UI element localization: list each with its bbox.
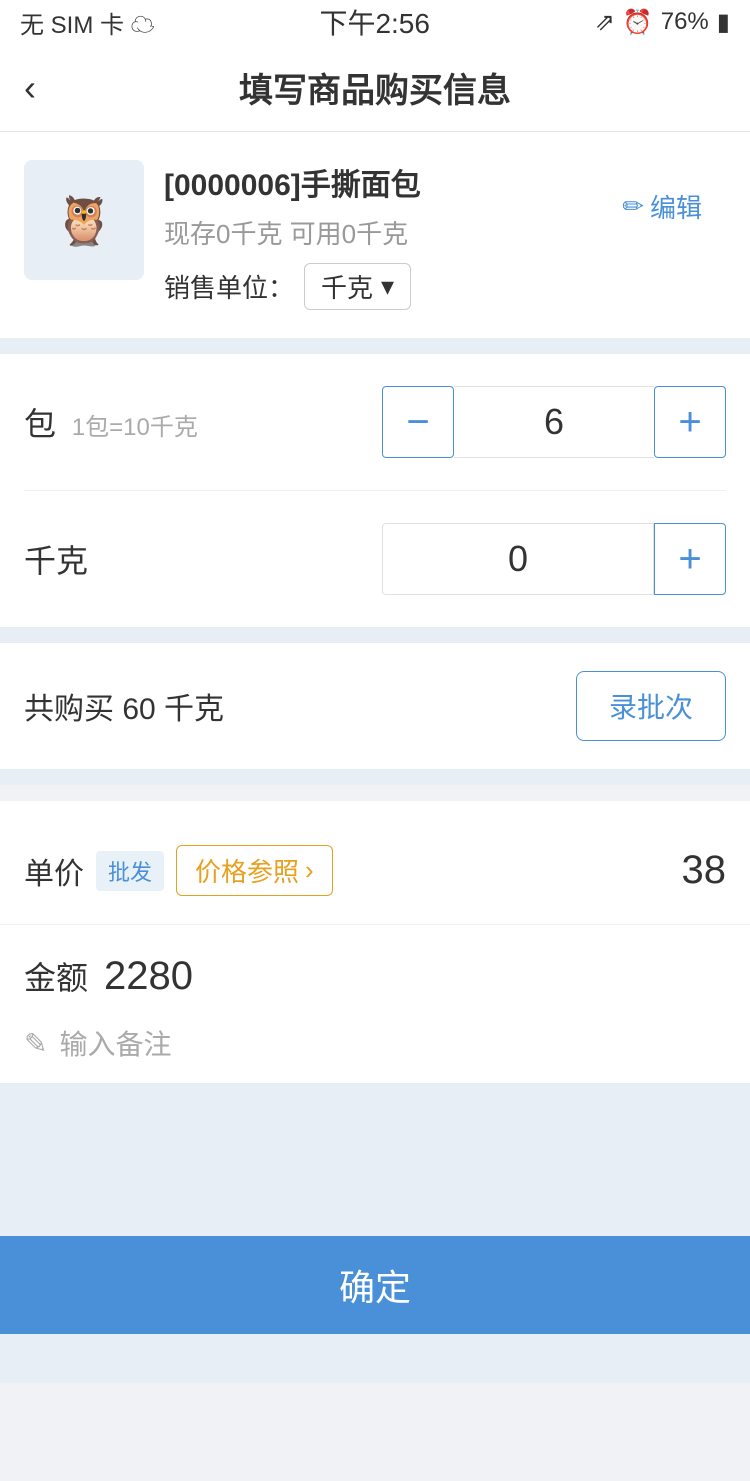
package-row: 包 1包=10千克 − + — [24, 354, 726, 491]
kilogram-plus-button[interactable]: + — [654, 523, 726, 595]
edit-button[interactable]: ✏ 编辑 — [622, 188, 702, 225]
kilogram-label: 千克 — [24, 536, 88, 582]
package-sublabel: 1包=10千克 — [72, 414, 198, 441]
location-icon: ⇗ — [595, 8, 615, 37]
package-minus-button[interactable]: − — [382, 386, 454, 458]
sim-label: 无 SIM 卡 ☁ — [20, 5, 155, 40]
divider-3 — [0, 769, 750, 785]
kilogram-input[interactable] — [382, 523, 654, 595]
page-title: 填写商品购买信息 — [239, 63, 511, 112]
divider-1 — [0, 338, 750, 354]
price-ref-button[interactable]: 价格参照 › — [176, 845, 333, 896]
price-ref-label: 价格参照 — [195, 852, 299, 889]
status-left: 无 SIM 卡 ☁ — [20, 5, 155, 40]
remark-placeholder: 输入备注 — [59, 1023, 171, 1063]
status-bar: 无 SIM 卡 ☁ 下午2:56 ⇗ ⏰ 76% ▮ — [0, 0, 750, 44]
status-time: 下午2:56 — [319, 2, 430, 42]
unit-value: 千克 — [321, 268, 373, 305]
product-image: 🦉 — [24, 160, 144, 280]
price-ref-arrow-icon: › — [305, 855, 314, 886]
unit-arrow-icon: ▾ — [381, 271, 394, 302]
price-amount-card: 单价 批发 价格参照 › 38 金额 2280 ✎ 输入备注 — [0, 801, 750, 1083]
package-label: 包 — [24, 406, 56, 442]
product-info: [0000006]手撕面包 现存0千克 可用0千克 销售单位： 千克 ▾ ✏ 编… — [164, 160, 726, 310]
remark-row[interactable]: ✎ 输入备注 — [24, 1023, 726, 1063]
package-stepper: − + — [382, 386, 726, 458]
amount-label: 金额 — [24, 953, 88, 999]
amount-section: 金额 2280 ✎ 输入备注 — [0, 924, 750, 1083]
nav-bar: ‹ 填写商品购买信息 — [0, 44, 750, 132]
package-label-group: 包 1包=10千克 — [24, 399, 198, 445]
status-right: ⇗ ⏰ 76% ▮ — [595, 8, 730, 37]
back-button[interactable]: ‹ — [24, 67, 36, 109]
battery-icon: ▮ — [717, 8, 730, 37]
edit-icon: ✏ — [622, 191, 644, 222]
total-section: 共购买 60 千克 录批次 — [0, 643, 750, 769]
package-plus-button[interactable]: + — [654, 386, 726, 458]
battery-label: 76% — [661, 8, 709, 36]
price-label: 单价 — [24, 849, 84, 893]
remark-icon: ✎ — [24, 1027, 47, 1060]
edit-label: 编辑 — [650, 188, 702, 225]
alarm-icon: ⏰ — [623, 8, 653, 37]
empty-area — [0, 1083, 750, 1383]
input-section: 包 1包=10千克 − + 千克 + — [0, 354, 750, 627]
divider-2 — [0, 627, 750, 643]
price-value: 38 — [682, 848, 727, 893]
price-section: 单价 批发 价格参照 › 38 — [0, 817, 750, 924]
confirm-button[interactable]: 确定 — [0, 1236, 750, 1334]
unit-label: 销售单位： — [164, 268, 294, 305]
total-text: 共购买 60 千克 — [24, 684, 224, 728]
batch-button[interactable]: 录批次 — [576, 671, 726, 741]
amount-row: 金额 2280 — [24, 953, 726, 999]
price-batch-tag: 批发 — [96, 851, 164, 891]
product-unit-row: 销售单位： 千克 ▾ — [164, 263, 726, 310]
package-input[interactable] — [454, 386, 654, 458]
kilogram-stepper: + — [382, 523, 726, 595]
product-logo: 🦉 — [54, 192, 114, 249]
product-card: 🦉 [0000006]手撕面包 现存0千克 可用0千克 销售单位： 千克 ▾ ✏… — [0, 132, 750, 338]
unit-selector[interactable]: 千克 ▾ — [304, 263, 411, 310]
amount-value: 2280 — [104, 954, 193, 999]
kilogram-row: 千克 + — [24, 491, 726, 627]
price-left: 单价 批发 价格参照 › — [24, 845, 333, 896]
